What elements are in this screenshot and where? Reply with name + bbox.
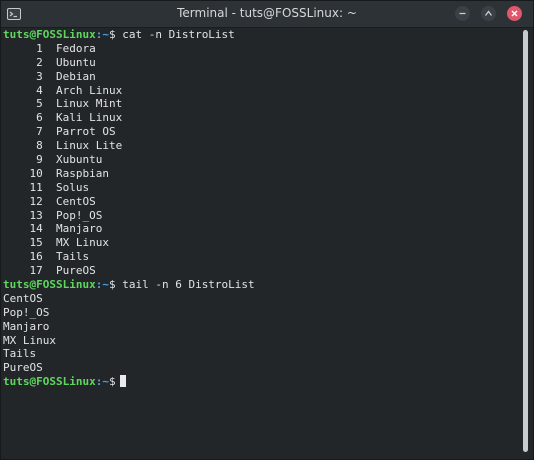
output-line: Tails xyxy=(3,347,37,361)
output-line: Manjaro xyxy=(3,319,50,333)
prompt-user-host: tuts@FOSSLinux xyxy=(3,278,96,292)
output-line: Pop!_OS xyxy=(3,305,50,319)
maximize-icon xyxy=(484,10,493,16)
output-line: 13 Pop!_OS xyxy=(3,208,103,222)
minimize-button[interactable] xyxy=(455,6,470,21)
window-title: Terminal - tuts@FOSSLinux: ~ xyxy=(177,6,357,20)
vertical-scrollbar[interactable] xyxy=(521,28,530,456)
output-line: 8 Linux Lite xyxy=(3,139,123,153)
output-line: 4 Arch Linux xyxy=(3,83,123,97)
close-icon xyxy=(511,10,518,17)
prompt-path: :~ xyxy=(95,375,109,389)
command-text: cat -n DistroList xyxy=(122,28,235,41)
output-line: 12 CentOS xyxy=(3,194,96,208)
prompt-user-host: tuts@FOSSLinux xyxy=(3,28,96,41)
output-line: 6 Kali Linux xyxy=(3,111,123,125)
command-line: tuts@FOSSLinux:~$ cat -n DistroList xyxy=(3,28,518,42)
active-prompt-line[interactable]: tuts@FOSSLinux:~$ xyxy=(3,375,518,389)
close-button[interactable] xyxy=(507,6,522,21)
prompt-path: :~ xyxy=(95,278,109,292)
command-line: tuts@FOSSLinux:~$ tail -n 6 DistroList xyxy=(3,278,518,292)
title-bar[interactable]: Terminal - tuts@FOSSLinux: ~ xyxy=(1,1,533,28)
scrollbar-thumb[interactable] xyxy=(523,30,528,452)
prompt-symbol: $ xyxy=(108,28,116,41)
maximize-button[interactable] xyxy=(481,6,496,21)
output-line: 5 Linux Mint xyxy=(3,97,123,111)
terminal-window: Terminal - tuts@FOSSLinux: ~ tuts@FOSSLi… xyxy=(0,0,534,460)
output-line: MX Linux xyxy=(3,333,56,347)
prompt-path: :~ xyxy=(95,28,109,41)
output-line: CentOS xyxy=(3,291,43,305)
output-line: 1 Fedora xyxy=(3,41,96,55)
output-line: 10 Raspbian xyxy=(3,166,109,180)
prompt-symbol: $ xyxy=(108,278,116,292)
minimize-icon xyxy=(459,12,466,15)
text-cursor xyxy=(119,375,126,388)
output-line: PureOS xyxy=(3,361,43,375)
output-line: 11 Solus xyxy=(3,180,90,194)
output-line: 9 Xubuntu xyxy=(3,153,103,167)
prompt-user-host: tuts@FOSSLinux xyxy=(3,375,96,389)
terminal-output[interactable]: tuts@FOSSLinux:~$ cat -n DistroList 1 Fe… xyxy=(3,28,518,456)
output-line: 14 Manjaro xyxy=(3,222,103,236)
output-line: 15 MX Linux xyxy=(3,236,109,250)
output-line: 16 Tails xyxy=(3,250,90,264)
prompt-symbol: $ xyxy=(108,375,116,389)
command-text: tail -n 6 DistroList xyxy=(122,278,255,292)
output-line: 7 Parrot OS xyxy=(3,125,116,139)
output-line: 17 PureOS xyxy=(3,264,96,278)
output-line: 3 Debian xyxy=(3,69,96,83)
output-line: 2 Ubuntu xyxy=(3,55,96,69)
